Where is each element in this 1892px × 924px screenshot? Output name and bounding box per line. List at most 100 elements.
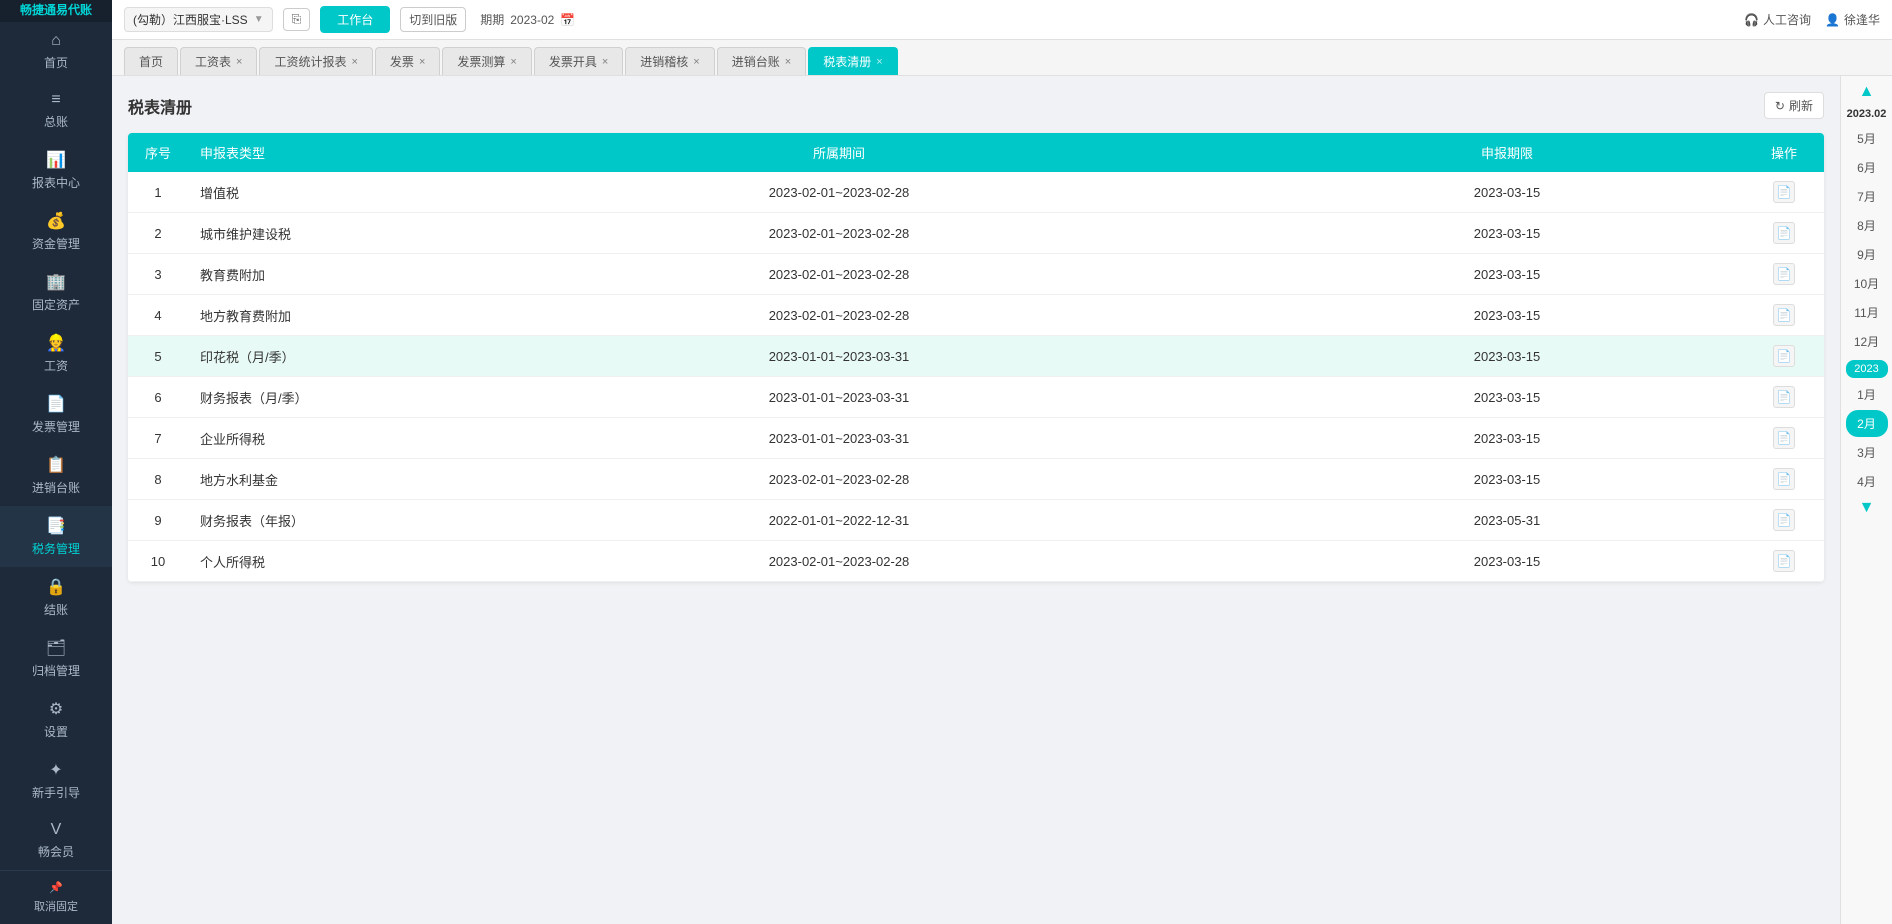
sidebar-item-vip[interactable]: V 畅会员: [0, 811, 112, 870]
sidebar-footer[interactable]: 📌 取消固定: [0, 870, 112, 924]
tab-home[interactable]: 首页: [124, 47, 178, 75]
sidebar-item-fund-mgmt[interactable]: 💰 资金管理: [0, 201, 112, 262]
tab-sales-ledger[interactable]: 进销台账 ×: [717, 47, 806, 75]
tab-close-icon[interactable]: ×: [693, 56, 699, 68]
tabs-bar: 首页 工资表 × 工资统计报表 × 发票 × 发票测算 × 发票开具 × 进销稽…: [112, 40, 1892, 76]
action-detail-icon[interactable]: 📄: [1773, 427, 1795, 449]
cell-type: 企业所得税: [188, 418, 408, 459]
tab-close-icon[interactable]: ×: [785, 56, 791, 68]
date-panel-down-button[interactable]: ▼: [1855, 496, 1879, 520]
cell-action: 📄: [1744, 500, 1824, 541]
col-period: 所属期间: [408, 133, 1270, 172]
date-month-9[interactable]: 9月: [1846, 241, 1888, 268]
tab-tax-list[interactable]: 税表清册 ×: [808, 47, 897, 75]
tab-invoice-issue[interactable]: 发票开具 ×: [534, 47, 623, 75]
sidebar-item-new-guide[interactable]: ✦ 新手引导: [0, 750, 112, 811]
cell-period: 2023-02-01~2023-02-28: [408, 213, 1270, 254]
sidebar-item-home[interactable]: ⌂ 首页: [0, 22, 112, 81]
action-detail-icon[interactable]: 📄: [1773, 181, 1795, 203]
company-selector[interactable]: (勾勒）江西服宝·LSS ▼: [124, 7, 273, 32]
cell-deadline: 2023-05-31: [1270, 500, 1744, 541]
action-detail-icon[interactable]: 📄: [1773, 468, 1795, 490]
refresh-button[interactable]: ↻ 刷新: [1764, 92, 1824, 119]
tab-close-icon[interactable]: ×: [510, 56, 516, 68]
page-header: 税表清册 ↻ 刷新: [128, 92, 1824, 119]
action-detail-icon[interactable]: 📄: [1773, 222, 1795, 244]
tab-close-icon[interactable]: ×: [351, 56, 357, 68]
cell-deadline: 2023-03-15: [1270, 377, 1744, 418]
tab-label: 进销稽核: [640, 53, 688, 70]
period-value: 2023-02: [510, 13, 554, 27]
tab-close-icon[interactable]: ×: [602, 56, 608, 68]
action-detail-icon[interactable]: 📄: [1773, 386, 1795, 408]
sidebar-item-label: 税务管理: [32, 540, 80, 557]
app-logo: 畅捷通易代账: [0, 0, 112, 22]
action-detail-icon[interactable]: 📄: [1773, 304, 1795, 326]
tab-sales-audit[interactable]: 进销稽核 ×: [625, 47, 714, 75]
sidebar-item-reconcile[interactable]: 📋 进销台账: [0, 445, 112, 506]
tax-table: 序号 申报表类型 所属期间 申报期限 操作 1 增值税 2023-02-01~2…: [128, 133, 1824, 582]
table-row: 2 城市维护建设税 2023-02-01~2023-02-28 2023-03-…: [128, 213, 1824, 254]
sidebar-item-label: 发票管理: [32, 418, 80, 435]
cell-deadline: 2023-03-15: [1270, 172, 1744, 213]
workbench-button[interactable]: 工作台: [320, 6, 390, 33]
date-month-6[interactable]: 6月: [1846, 154, 1888, 181]
tab-close-icon[interactable]: ×: [236, 56, 242, 68]
cell-no: 5: [128, 336, 188, 377]
sidebar-item-report-center[interactable]: 📊 报表中心: [0, 140, 112, 201]
sidebar-item-salary[interactable]: 👷 工资: [0, 323, 112, 384]
assets-icon: 🏢: [46, 272, 66, 292]
date-month-4[interactable]: 4月: [1846, 468, 1888, 495]
invoice-icon: 📄: [46, 394, 66, 414]
date-month-11[interactable]: 11月: [1846, 299, 1888, 326]
date-panel-up-button[interactable]: ▲: [1855, 80, 1879, 104]
vip-icon: V: [51, 821, 62, 839]
user-menu[interactable]: 👤 徐逢华: [1825, 11, 1880, 28]
cell-no: 7: [128, 418, 188, 459]
sidebar-item-closing[interactable]: 🔒 结账: [0, 567, 112, 628]
date-month-10[interactable]: 10月: [1846, 270, 1888, 297]
cell-action: 📄: [1744, 418, 1824, 459]
user-avatar-icon: 👤: [1825, 13, 1840, 27]
sidebar-item-tax-mgmt[interactable]: 📑 税务管理: [0, 506, 112, 567]
tab-salary-table[interactable]: 工资表 ×: [180, 47, 257, 75]
sidebar-item-label: 固定资产: [32, 296, 80, 313]
tab-invoice-calc[interactable]: 发票测算 ×: [442, 47, 531, 75]
sidebar-item-settings[interactable]: ⚙ 设置: [0, 689, 112, 750]
guide-icon: ✦: [49, 760, 62, 780]
dropdown-arrow-icon: ▼: [254, 14, 264, 25]
settings-icon: ⚙: [49, 699, 63, 719]
refresh-label: 刷新: [1789, 97, 1813, 114]
col-deadline: 申报期限: [1270, 133, 1744, 172]
switch-old-button[interactable]: 切到旧版: [400, 7, 466, 32]
sidebar-item-invoice-mgmt[interactable]: 📄 发票管理: [0, 384, 112, 445]
date-month-3[interactable]: 3月: [1846, 439, 1888, 466]
cell-type: 财务报表（年报）: [188, 500, 408, 541]
tab-close-icon[interactable]: ×: [876, 56, 882, 68]
date-month-7[interactable]: 7月: [1846, 183, 1888, 210]
table-row: 7 企业所得税 2023-01-01~2023-03-31 2023-03-15…: [128, 418, 1824, 459]
action-detail-icon[interactable]: 📄: [1773, 509, 1795, 531]
action-detail-icon[interactable]: 📄: [1773, 550, 1795, 572]
sidebar-item-fixed-assets[interactable]: 🏢 固定资产: [0, 262, 112, 323]
sidebar-item-label: 报表中心: [32, 174, 80, 191]
date-month-5[interactable]: 5月: [1846, 125, 1888, 152]
copy-button[interactable]: ⎘: [283, 8, 311, 31]
sidebar-item-general-ledger[interactable]: ≡ 总账: [0, 81, 112, 140]
period-label: 期期: [480, 11, 504, 28]
tab-close-icon[interactable]: ×: [419, 56, 425, 68]
date-month-8[interactable]: 8月: [1846, 212, 1888, 239]
tab-salary-stats[interactable]: 工资统计报表 ×: [259, 47, 372, 75]
date-month-12[interactable]: 12月: [1846, 328, 1888, 355]
sidebar-item-archive-mgmt[interactable]: 🗂 归档管理: [0, 628, 112, 689]
consult-button[interactable]: 🎧 人工咨询: [1744, 11, 1811, 28]
tab-label: 发票: [390, 53, 414, 70]
action-detail-icon[interactable]: 📄: [1773, 345, 1795, 367]
cell-type: 增值税: [188, 172, 408, 213]
page-content: 税表清册 ↻ 刷新 序号 申报表类型 所属期间 申报期限 操作: [112, 76, 1840, 924]
tab-invoice[interactable]: 发票 ×: [375, 47, 440, 75]
date-month-1[interactable]: 1月: [1846, 381, 1888, 408]
date-month-2[interactable]: 2月: [1846, 410, 1888, 437]
cell-period: 2023-02-01~2023-02-28: [408, 295, 1270, 336]
action-detail-icon[interactable]: 📄: [1773, 263, 1795, 285]
